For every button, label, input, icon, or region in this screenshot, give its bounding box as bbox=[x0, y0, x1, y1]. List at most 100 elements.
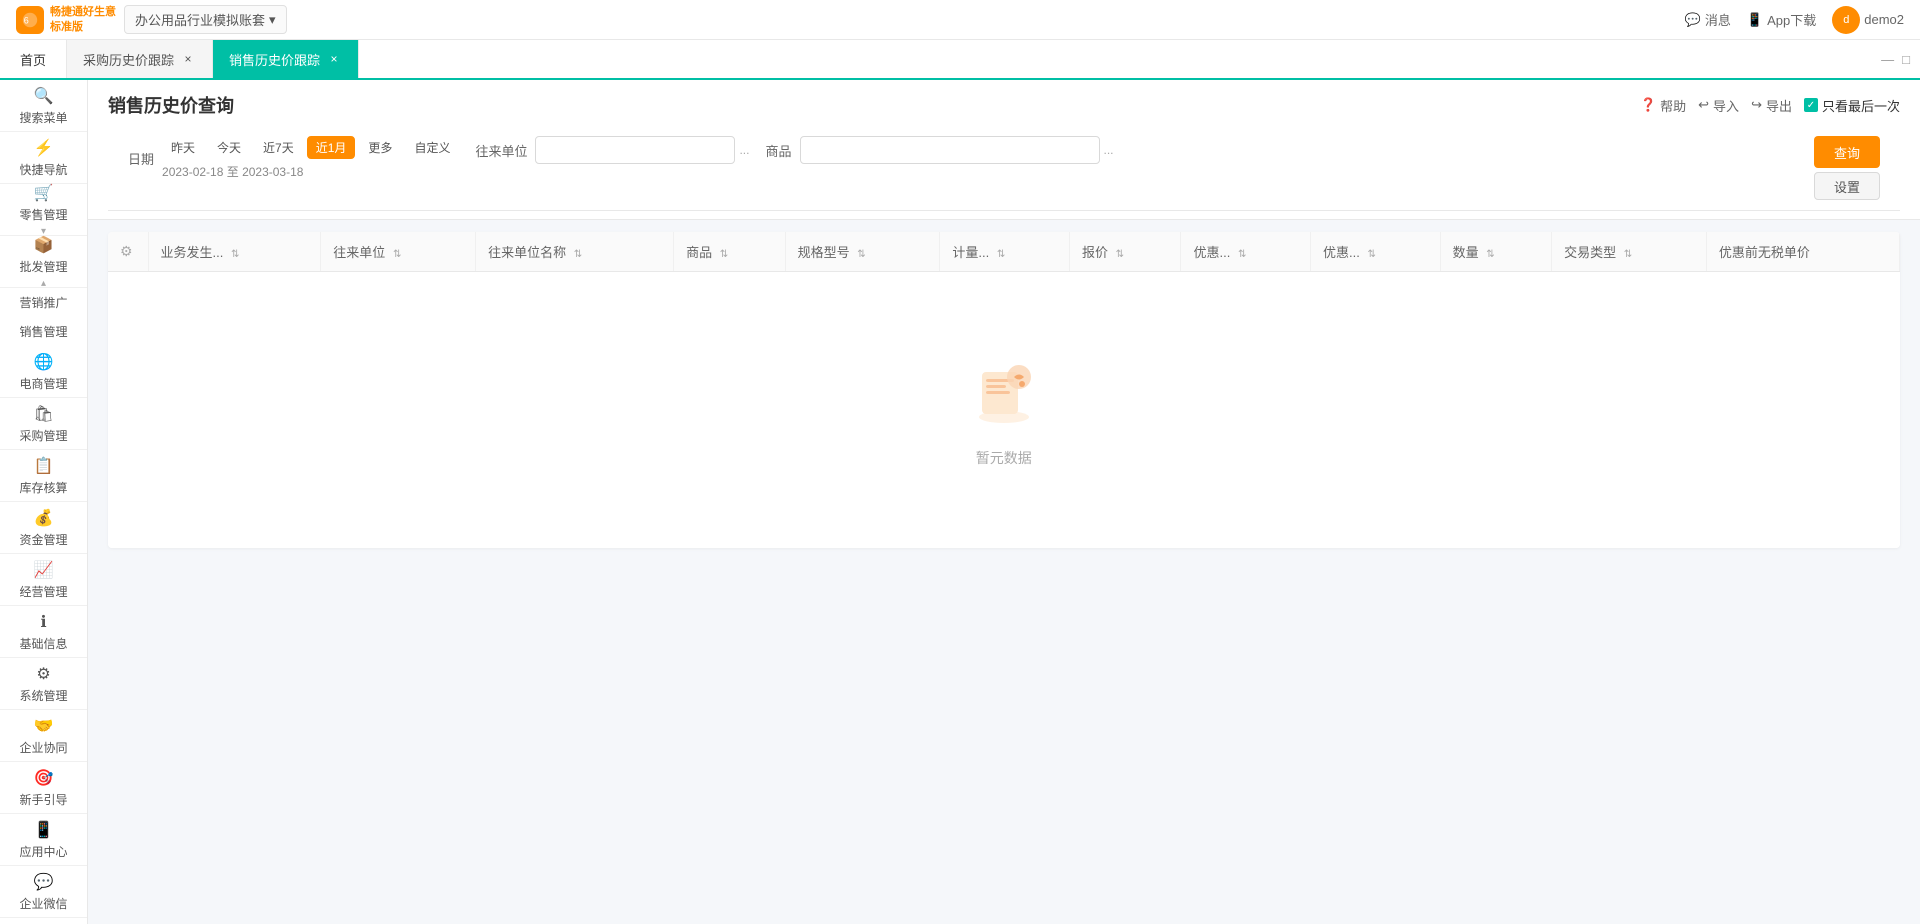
table-settings-icon[interactable]: ⚙ bbox=[120, 243, 133, 259]
tab-sales-close[interactable]: × bbox=[326, 51, 342, 67]
account-selector[interactable]: 办公用品行业模拟账套 ▾ bbox=[124, 5, 287, 34]
app-download-btn[interactable]: 📱 App下载 bbox=[1747, 10, 1816, 29]
globe-icon: 🌐 bbox=[34, 352, 54, 372]
date-btn-custom[interactable]: 自定义 bbox=[405, 136, 459, 159]
avatar: d bbox=[1832, 6, 1860, 34]
sidebar-item-vip[interactable]: ⭐ 畅会员 bbox=[0, 918, 87, 924]
info-icon: ℹ bbox=[40, 612, 46, 632]
table-header: ⚙ 业务发生... ⇅ 往来单位 ⇅ 往来单位名称 ⇅ bbox=[108, 232, 1900, 272]
only-last-checkbox[interactable]: 只看最后一次 bbox=[1804, 96, 1900, 115]
data-table: ⚙ 业务发生... ⇅ 往来单位 ⇅ 往来单位名称 ⇅ bbox=[108, 232, 1900, 548]
page-header: 销售历史价查询 ❓ 帮助 ↩ 导入 ↪ 导出 bbox=[88, 80, 1920, 220]
sort-icon: ⇅ bbox=[231, 249, 239, 260]
svg-text:6: 6 bbox=[24, 15, 29, 25]
cart-icon: 🛒 bbox=[34, 183, 54, 203]
maximize-icon[interactable]: □ bbox=[1902, 52, 1910, 67]
sidebar-item-inventory[interactable]: 📋 库存核算 bbox=[0, 450, 87, 502]
col-discount1[interactable]: 优惠... ⇅ bbox=[1181, 232, 1311, 272]
logo-text: 畅捷通好生意 标准版 bbox=[50, 5, 116, 34]
tab-purchase-history[interactable]: 采购历史价跟踪 × bbox=[67, 40, 213, 78]
product-search-icon[interactable]: ... bbox=[1104, 143, 1114, 157]
tab-sales-label: 销售历史价跟踪 bbox=[229, 50, 320, 69]
col-biz-date[interactable]: 业务发生... ⇅ bbox=[148, 232, 321, 272]
col-counterpart-name[interactable]: 往来单位名称 ⇅ bbox=[476, 232, 674, 272]
sort-icon: ⇅ bbox=[393, 249, 401, 260]
sort-icon: ⇅ bbox=[574, 249, 582, 260]
sidebar-item-ecommerce[interactable]: 🌐 电商管理 bbox=[0, 346, 87, 398]
counterpart-search-icon[interactable]: ... bbox=[739, 143, 749, 157]
tab-home-label: 首页 bbox=[20, 50, 46, 69]
date-btn-last7[interactable]: 近7天 bbox=[254, 136, 303, 159]
col-quantity[interactable]: 数量 ⇅ bbox=[1440, 232, 1552, 272]
box-icon: 📦 bbox=[34, 235, 54, 255]
topbar-left: 6 畅捷通好生意 标准版 办公用品行业模拟账套 ▾ bbox=[16, 5, 287, 34]
tab-purchase-close[interactable]: × bbox=[180, 51, 196, 67]
col-quote[interactable]: 报价 ⇅ bbox=[1069, 232, 1181, 272]
main-layout: 🔍 搜索菜单 ⚡ 快捷导航 🛒 零售管理 ▾ 📦 批发管理 ▴ 营销推广 销售管… bbox=[0, 80, 1920, 924]
col-product[interactable]: 商品 ⇅ bbox=[674, 232, 786, 272]
date-btn-today[interactable]: 今天 bbox=[208, 136, 250, 159]
table-container: ⚙ 业务发生... ⇅ 往来单位 ⇅ 往来单位名称 ⇅ bbox=[88, 220, 1920, 924]
col-trade-type[interactable]: 交易类型 ⇅ bbox=[1552, 232, 1707, 272]
counterpart-input[interactable] bbox=[535, 136, 735, 164]
counterpart-input-wrap: ... bbox=[535, 136, 749, 164]
minimize-icon[interactable]: — bbox=[1881, 52, 1894, 67]
query-button[interactable]: 查询 bbox=[1814, 136, 1880, 168]
col-discount2[interactable]: 优惠... ⇅ bbox=[1311, 232, 1441, 272]
sidebar-item-quick-nav[interactable]: ⚡ 快捷导航 bbox=[0, 132, 87, 184]
sidebar-item-guide[interactable]: 🎯 新手引导 bbox=[0, 762, 87, 814]
user-profile[interactable]: d demo2 bbox=[1832, 6, 1904, 34]
sidebar-item-wholesale[interactable]: 📦 批发管理 ▴ bbox=[0, 236, 87, 288]
product-filter-group: 商品 ... bbox=[765, 136, 1113, 164]
sidebar-item-retail[interactable]: 🛒 零售管理 ▾ bbox=[0, 184, 87, 236]
sidebar-item-purchase[interactable]: 🛍 采购管理 bbox=[0, 398, 87, 450]
topbar: 6 畅捷通好生意 标准版 办公用品行业模拟账套 ▾ 💬 消息 📱 App下载 d… bbox=[0, 0, 1920, 40]
tab-purchase-label: 采购历史价跟踪 bbox=[83, 50, 174, 69]
sort-icon: ⇅ bbox=[1116, 249, 1124, 260]
tab-home[interactable]: 首页 bbox=[0, 40, 67, 78]
logo-icon: 6 bbox=[16, 6, 44, 34]
settings-button[interactable]: 设置 bbox=[1814, 172, 1880, 200]
col-pretax-price[interactable]: 优惠前无税单价 bbox=[1706, 232, 1899, 272]
money-icon: 💰 bbox=[34, 508, 54, 528]
sidebar-item-search-menu[interactable]: 🔍 搜索菜单 bbox=[0, 80, 87, 132]
tab-window-controls: — □ bbox=[1871, 40, 1920, 78]
sidebar-item-marketing[interactable]: 营销推广 bbox=[0, 288, 87, 317]
product-label: 商品 bbox=[765, 141, 791, 160]
product-input[interactable] bbox=[800, 136, 1100, 164]
sidebar-item-operations[interactable]: 📈 经营管理 bbox=[0, 554, 87, 606]
counterpart-filter-group: 往来单位 ... bbox=[475, 136, 749, 164]
tabbar: 首页 采购历史价跟踪 × 销售历史价跟踪 × — □ bbox=[0, 40, 1920, 80]
logo: 6 畅捷通好生意 标准版 bbox=[16, 5, 116, 34]
sidebar-item-finance[interactable]: 💰 资金管理 bbox=[0, 502, 87, 554]
sort-icon: ⇅ bbox=[1238, 249, 1246, 260]
chevron-up-icon: ▴ bbox=[41, 278, 46, 289]
date-btn-yesterday[interactable]: 昨天 bbox=[162, 136, 204, 159]
sidebar-item-system[interactable]: ⚙ 系统管理 bbox=[0, 658, 87, 710]
gear-icon: ⚙ bbox=[36, 664, 50, 684]
empty-state: 暂元数据 bbox=[108, 272, 1900, 548]
filter-bar: 日期 昨天 今天 近7天 近1月 更多 自定义 2023-02-18 至 202… bbox=[108, 128, 1900, 211]
sidebar-item-enterprise[interactable]: 🤝 企业协同 bbox=[0, 710, 87, 762]
col-spec[interactable]: 规格型号 ⇅ bbox=[785, 232, 940, 272]
sidebar-item-app-center[interactable]: 📱 应用中心 bbox=[0, 814, 87, 866]
help-icon: ❓ bbox=[1640, 97, 1656, 113]
col-counterpart-code[interactable]: 往来单位 ⇅ bbox=[321, 232, 476, 272]
message-btn[interactable]: 💬 消息 bbox=[1685, 10, 1731, 29]
date-btn-more[interactable]: 更多 bbox=[359, 136, 401, 159]
date-buttons: 昨天 今天 近7天 近1月 更多 自定义 bbox=[162, 136, 459, 159]
date-btn-last1m[interactable]: 近1月 bbox=[307, 136, 356, 159]
sidebar-item-wechat[interactable]: 💬 企业微信 bbox=[0, 866, 87, 918]
date-filter-group: 日期 昨天 今天 近7天 近1月 更多 自定义 2023-02-18 至 202… bbox=[128, 136, 459, 180]
wechat-icon: 💬 bbox=[34, 872, 54, 892]
export-btn[interactable]: ↪ 导出 bbox=[1751, 96, 1792, 115]
page-title: 销售历史价查询 bbox=[108, 92, 234, 118]
help-btn[interactable]: ❓ 帮助 bbox=[1640, 96, 1686, 115]
tab-sales-history[interactable]: 销售历史价跟踪 × bbox=[213, 40, 359, 78]
target-icon: 🎯 bbox=[34, 768, 54, 788]
col-unit[interactable]: 计量... ⇅ bbox=[940, 232, 1070, 272]
sidebar-item-basic-info[interactable]: ℹ 基础信息 bbox=[0, 606, 87, 658]
date-label: 日期 bbox=[128, 149, 154, 168]
import-btn[interactable]: ↩ 导入 bbox=[1698, 96, 1739, 115]
sidebar-item-sales[interactable]: 销售管理 bbox=[0, 317, 87, 346]
